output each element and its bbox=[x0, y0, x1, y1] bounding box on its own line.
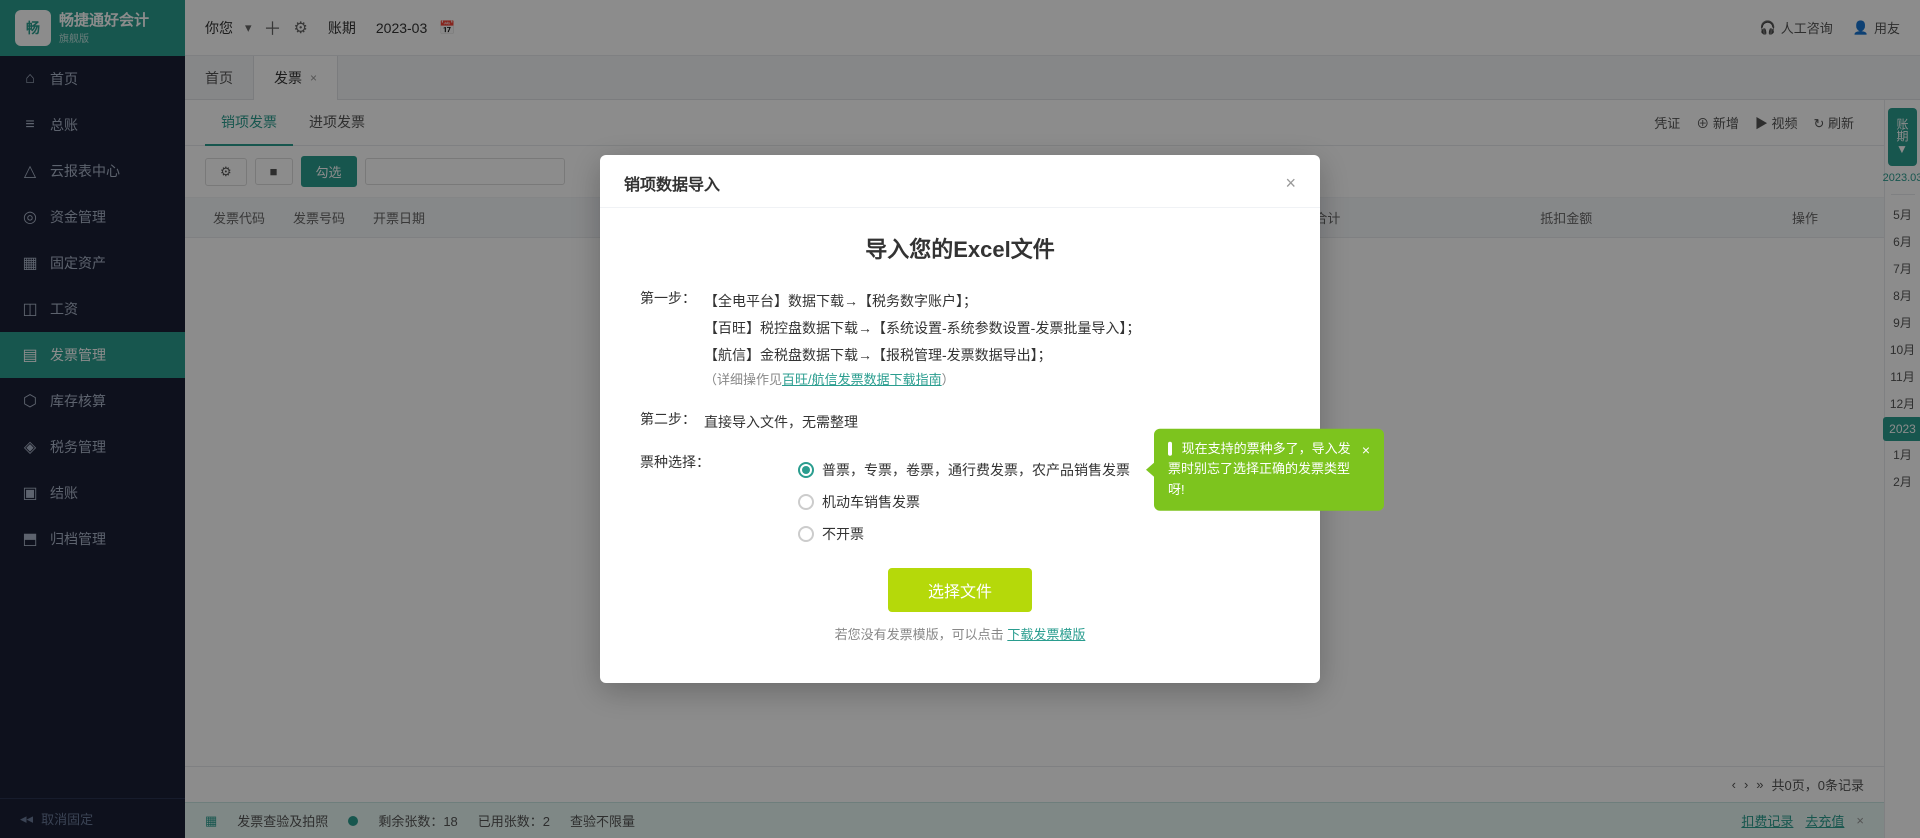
step1-line3: 【航信】金税盘数据下载→【报税管理-发票数据导出】； bbox=[704, 342, 1140, 369]
radio-option-1[interactable] bbox=[798, 462, 814, 478]
step1-row: 第一步： 【全电平台】数据下载→【税务数字账户】； 【百旺】税控盘数据下载→【系… bbox=[640, 288, 1280, 392]
step1-hint: （详细操作见百旺/航信发票数据下载指南） bbox=[704, 368, 1140, 393]
modal-body: 导入您的Excel文件 第一步： 【全电平台】数据下载→【税务数字账户】； 【百… bbox=[600, 208, 1320, 682]
radio-option-3[interactable] bbox=[798, 526, 814, 542]
radio-container: 普票，专票，卷票，通行费发票，农产品销售发票 × 现在支持的票种多了，导入发票时… bbox=[718, 452, 1164, 552]
download-template-link[interactable]: 下载发票模版 bbox=[1007, 627, 1085, 642]
modal-header: 销项数据导入 × bbox=[600, 155, 1320, 208]
step1-inline: 第一步： 【全电平台】数据下载→【税务数字账户】； 【百旺】税控盘数据下载→【系… bbox=[640, 288, 1280, 392]
modal-footer: 选择文件 若您没有发票模版，可以点击 下载发票模版 bbox=[640, 568, 1280, 653]
radio-label-1: 普票，专票，卷票，通行费发票，农产品销售发票 bbox=[822, 460, 1130, 480]
radio-label-3: 不开票 bbox=[822, 524, 864, 544]
modal-title: 销项数据导入 bbox=[624, 171, 720, 195]
step1-content: 【全电平台】数据下载→【税务数字账户】； 【百旺】税控盘数据下载→【系统设置-系… bbox=[704, 288, 1140, 392]
step2-content: 直接导入文件，无需整理 bbox=[704, 409, 858, 436]
guide-link[interactable]: 百旺/航信发票数据下载指南 bbox=[782, 372, 942, 387]
select-file-button[interactable]: 选择文件 bbox=[888, 568, 1032, 612]
ticket-row: 票种选择： 普票，专票，卷票，通行费发票，农产品销售发票 bbox=[640, 452, 1280, 552]
tooltip-bar bbox=[1168, 442, 1172, 456]
radio-dot-1 bbox=[802, 466, 810, 474]
step2-label: 第二步： bbox=[640, 409, 696, 429]
tooltip-wrapper: × 现在支持的票种多了，导入发票时别忘了选择正确的发票类型呀! bbox=[1134, 428, 1384, 510]
step1-line2: 【百旺】税控盘数据下载→【系统设置-系统参数设置-发票批量导入】； bbox=[704, 315, 1140, 342]
step1-line1: 【全电平台】数据下载→【税务数字账户】； bbox=[704, 288, 1140, 315]
ticket-label: 票种选择： bbox=[640, 452, 710, 472]
download-hint: 若您没有发票模版，可以点击 下载发票模版 bbox=[835, 624, 1086, 643]
modal-main-title: 导入您的Excel文件 bbox=[640, 232, 1280, 264]
step1-label: 第一步： bbox=[640, 288, 696, 308]
tooltip-text: 现在支持的票种多了，导入发票时别忘了选择正确的发票类型呀! bbox=[1168, 440, 1351, 497]
tooltip-close-btn[interactable]: × bbox=[1362, 438, 1370, 460]
radio-group: 普票，专票，卷票，通行费发票，农产品销售发票 × 现在支持的票种多了，导入发票时… bbox=[798, 460, 1164, 544]
download-hint-text: 若您没有发票模版，可以点击 bbox=[835, 627, 1004, 642]
radio-row-3: 不开票 bbox=[798, 524, 1164, 544]
import-modal: 销项数据导入 × 导入您的Excel文件 第一步： 【全电平台】数据下载→【税务… bbox=[600, 155, 1320, 682]
ticket-inline: 票种选择： 普票，专票，卷票，通行费发票，农产品销售发票 bbox=[640, 452, 1280, 552]
radio-option-2[interactable] bbox=[798, 494, 814, 510]
radio-label-2: 机动车销售发票 bbox=[822, 492, 920, 512]
modal-close-button[interactable]: × bbox=[1285, 173, 1296, 194]
radio-row-2: 机动车销售发票 bbox=[798, 492, 1164, 512]
radio-row-1: 普票，专票，卷票，通行费发票，农产品销售发票 × 现在支持的票种多了，导入发票时… bbox=[798, 460, 1164, 480]
tooltip-bubble: × 现在支持的票种多了，导入发票时别忘了选择正确的发票类型呀! bbox=[1154, 428, 1384, 510]
tooltip-arrow bbox=[1146, 463, 1154, 477]
modal-overlay[interactable]: 销项数据导入 × 导入您的Excel文件 第一步： 【全电平台】数据下载→【税务… bbox=[0, 0, 1920, 838]
